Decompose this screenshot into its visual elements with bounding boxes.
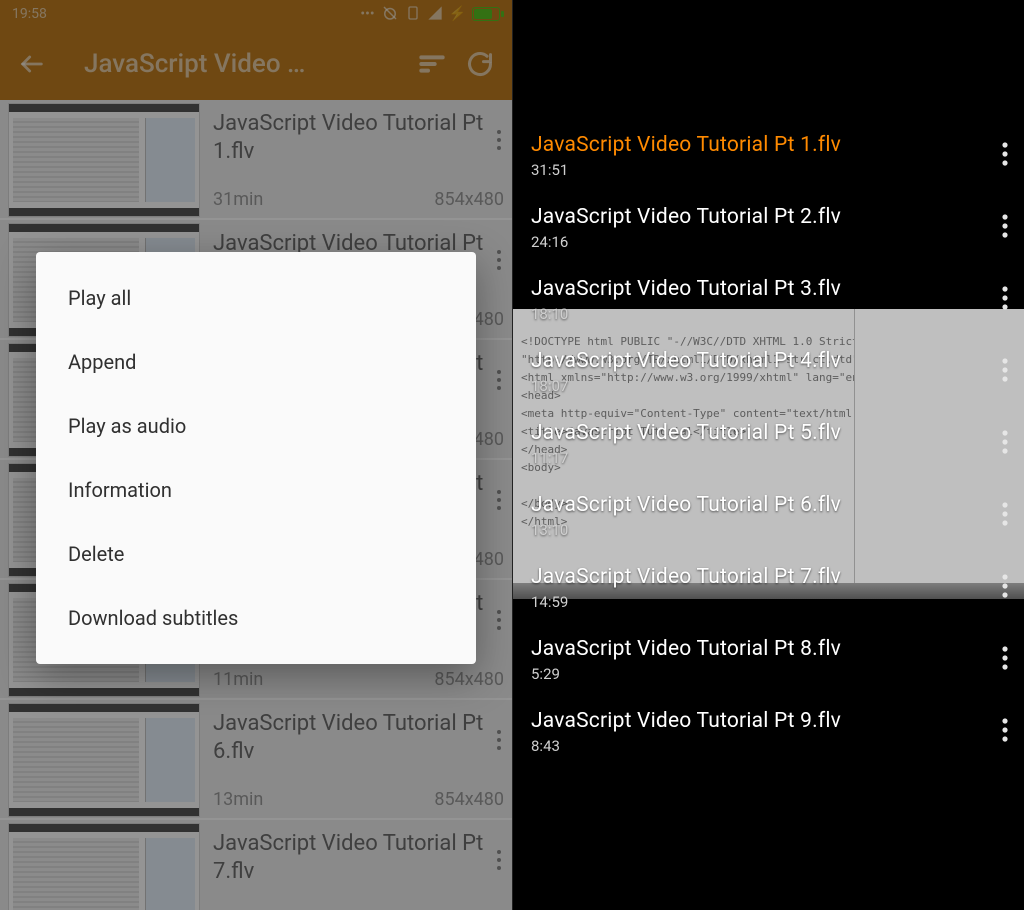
playlist-row[interactable]: JavaScript Video Tutorial Pt 7.flv 14:59 (513, 552, 1024, 624)
menu-item[interactable]: Append (36, 330, 476, 394)
menu-item[interactable]: Play all (36, 266, 476, 330)
menu-item[interactable]: Download subtitles (36, 586, 476, 650)
playlist-row[interactable]: JavaScript Video Tutorial Pt 8.flv 5:29 (513, 624, 1024, 696)
playlist-duration: 18:07 (531, 377, 841, 395)
playlist[interactable]: JavaScript Video Tutorial Pt 1.flv31:51J… (513, 0, 1024, 910)
playlist-title: JavaScript Video Tutorial Pt 1.flv (531, 133, 841, 157)
context-menu-dialog: Play allAppendPlay as audioInformationDe… (36, 252, 476, 664)
playlist-title: JavaScript Video Tutorial Pt 4.flv (531, 349, 841, 373)
playlist-title: JavaScript Video Tutorial Pt 9.flv (531, 709, 841, 733)
playlist-duration: 8:43 (531, 737, 841, 755)
playlist-more-button[interactable] (1002, 501, 1008, 531)
playlist-more-button[interactable] (1002, 429, 1008, 459)
vlc-playlist-view: <!DOCTYPE html PUBLIC "-//W3C//DTD XHTML… (512, 0, 1024, 910)
playlist-row[interactable]: JavaScript Video Tutorial Pt 3.flv 18:10 (513, 264, 1024, 336)
menu-item[interactable]: Delete (36, 522, 476, 586)
playlist-row[interactable]: JavaScript Video Tutorial Pt 5.flv 11:17 (513, 408, 1024, 480)
playlist-duration: 11:17 (531, 449, 841, 467)
playlist-row[interactable]: JavaScript Video Tutorial Pt 6.flv 13:10 (513, 480, 1024, 552)
playlist-duration: 5:29 (531, 665, 841, 683)
playlist-more-button[interactable] (1002, 645, 1008, 675)
playlist-duration: 31:51 (531, 161, 841, 179)
playlist-title: JavaScript Video Tutorial Pt 5.flv (531, 421, 841, 445)
playlist-duration: 18:10 (531, 305, 841, 323)
playlist-more-button[interactable] (1002, 357, 1008, 387)
playlist-row[interactable]: JavaScript Video Tutorial Pt 9.flv 8:43 (513, 696, 1024, 768)
playlist-more-button[interactable] (1002, 285, 1008, 315)
menu-item[interactable]: Information (36, 458, 476, 522)
playlist-row[interactable]: JavaScript Video Tutorial Pt 1.flv 31:51 (513, 120, 1024, 192)
playlist-row[interactable]: JavaScript Video Tutorial Pt 2.flv 24:16 (513, 192, 1024, 264)
playlist-title: JavaScript Video Tutorial Pt 8.flv (531, 637, 841, 661)
playlist-more-button[interactable] (1002, 141, 1008, 171)
playlist-title: JavaScript Video Tutorial Pt 3.flv (531, 277, 841, 301)
playlist-duration: 24:16 (531, 233, 841, 251)
vlc-folder-view: 19:58 ••• ⚡ (0, 0, 512, 910)
playlist-row[interactable]: JavaScript Video Tutorial Pt 4.flv 18:07 (513, 336, 1024, 408)
playlist-more-button[interactable] (1002, 573, 1008, 603)
playlist-more-button[interactable] (1002, 213, 1008, 243)
playlist-more-button[interactable] (1002, 717, 1008, 747)
playlist-duration: 14:59 (531, 593, 841, 611)
menu-item[interactable]: Play as audio (36, 394, 476, 458)
playlist-duration: 13:10 (531, 521, 841, 539)
playlist-title: JavaScript Video Tutorial Pt 6.flv (531, 493, 841, 517)
playlist-title: JavaScript Video Tutorial Pt 7.flv (531, 565, 841, 589)
playlist-title: JavaScript Video Tutorial Pt 2.flv (531, 205, 841, 229)
